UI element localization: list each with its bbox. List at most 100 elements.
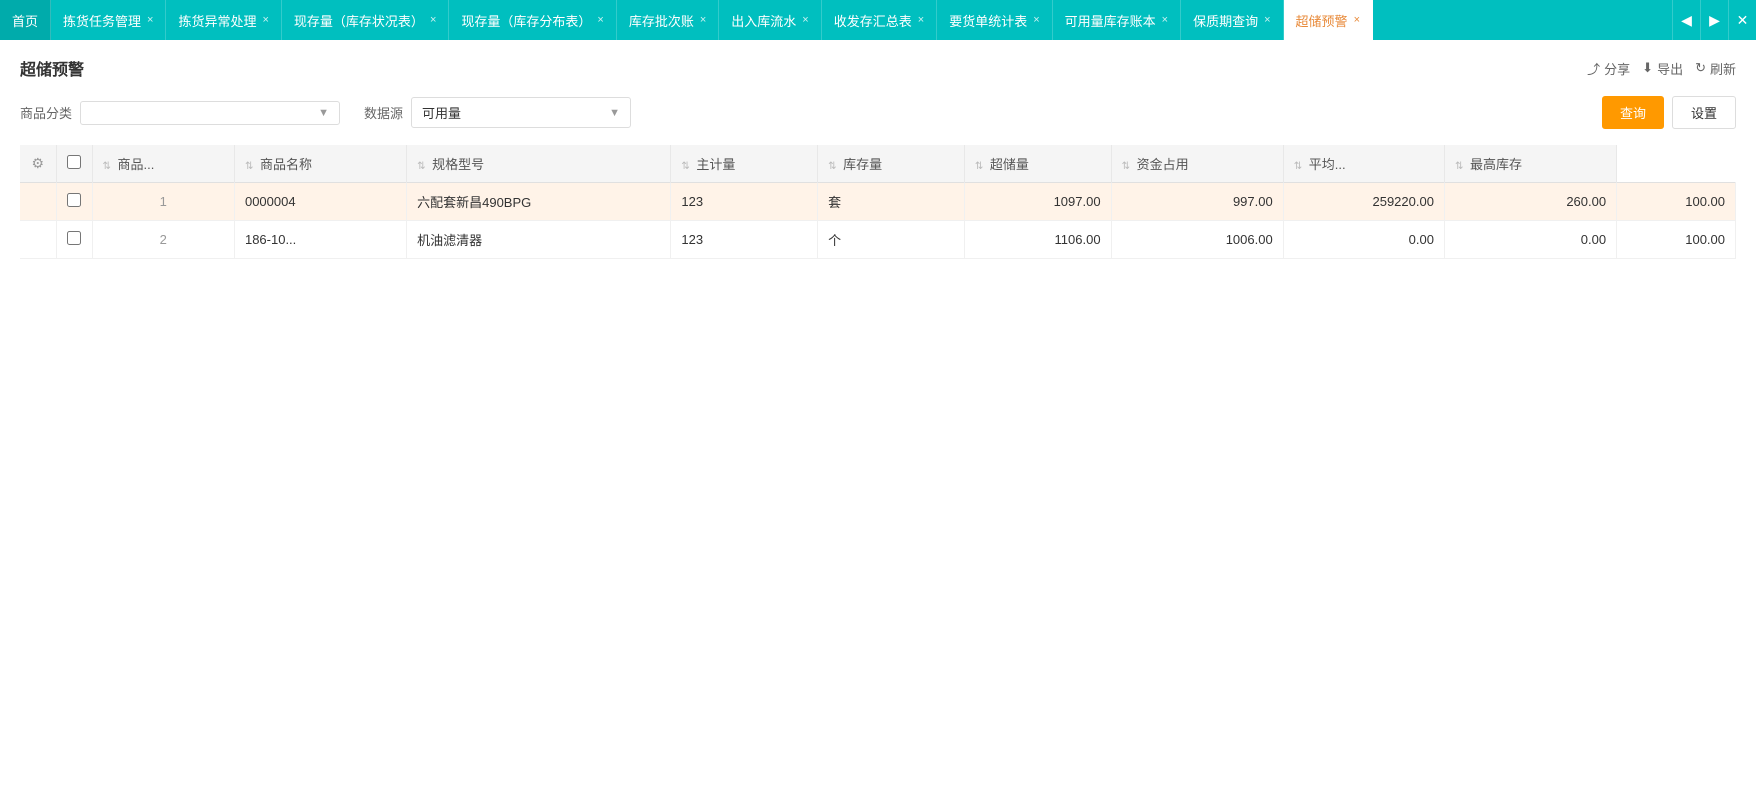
row-max-0: 100.00 — [1617, 183, 1736, 221]
table-settings-icon[interactable]: ⚙ — [31, 155, 44, 171]
sort-icon-spec: ⇅ — [417, 161, 425, 172]
datasource-select-arrow: ▼ — [609, 107, 620, 119]
category-label: 商品分类 — [20, 103, 72, 122]
filter-area: 商品分类 ▼ 数据源 可用量 ▼ 查询 设置 — [20, 96, 1736, 129]
row-overstock-1: 1006.00 — [1111, 221, 1283, 259]
nav-label-home: 首页 — [12, 11, 38, 30]
close-stock-dist[interactable]: × — [597, 14, 603, 26]
main-content: 超储预警 ⤴ 分享 ⬇ 导出 ↻ 刷新 商品分类 ▼ 数据源 — [0, 40, 1756, 800]
nav-item-order-stat[interactable]: 要货单统计表 × — [937, 0, 1052, 40]
col-max-label: 最高库存 — [1470, 157, 1522, 172]
row-settings-1 — [20, 221, 56, 259]
close-abnormal[interactable]: × — [262, 14, 268, 26]
close-overstock[interactable]: × — [1354, 14, 1360, 26]
nav-item-expiry[interactable]: 保质期查询 × — [1181, 0, 1283, 40]
close-task-mgmt[interactable]: × — [147, 14, 153, 26]
datasource-label: 数据源 — [364, 103, 403, 122]
category-select[interactable]: ▼ — [80, 101, 340, 125]
nav-label-stock-status: 现存量（库存状况表） — [294, 11, 424, 30]
table-header-row: ⚙ ⇅ 商品... ⇅ 商品名称 ⇅ 规格型号 ⇅ — [20, 145, 1736, 183]
col-capital-header[interactable]: ⇅ 资金占用 — [1111, 145, 1283, 183]
export-icon: ⬇ — [1642, 60, 1653, 76]
nav-item-stock-dist[interactable]: 现存量（库存分布表） × — [449, 0, 616, 40]
row-checkbox-1[interactable] — [67, 231, 81, 245]
nav-label-expiry: 保质期查询 — [1193, 11, 1258, 30]
nav-label-abnormal: 拣货异常处理 — [178, 11, 256, 30]
nav-close-all[interactable]: ✕ — [1728, 0, 1756, 40]
col-overstock-header[interactable]: ⇅ 超储量 — [964, 145, 1111, 183]
nav-arrow-left[interactable]: ◀ — [1672, 0, 1700, 40]
share-icon: ⤴ — [1587, 59, 1600, 78]
nav-item-available[interactable]: 可用量库存账本 × — [1053, 0, 1181, 40]
filter-actions: 查询 设置 — [1602, 96, 1736, 129]
row-avg-1: 0.00 — [1444, 221, 1616, 259]
page-title: 超储预警 — [20, 56, 84, 80]
close-flow[interactable]: × — [802, 14, 808, 26]
nav-item-summary[interactable]: 收发存汇总表 × — [822, 0, 937, 40]
nav-item-home[interactable]: 首页 — [0, 0, 51, 40]
row-index-1: 2 — [92, 221, 234, 259]
col-code-header[interactable]: ⇅ 商品... — [92, 145, 234, 183]
row-name-0: 六配套新昌490BPG — [407, 183, 671, 221]
row-checkbox-cell-1[interactable] — [56, 221, 92, 259]
row-overstock-0: 997.00 — [1111, 183, 1283, 221]
col-settings-header[interactable]: ⚙ — [20, 145, 56, 183]
page-header: 超储预警 ⤴ 分享 ⬇ 导出 ↻ 刷新 — [20, 56, 1736, 80]
col-spec-label: 规格型号 — [432, 157, 484, 172]
row-spec-0: 123 — [671, 183, 818, 221]
refresh-label: 刷新 — [1710, 59, 1736, 78]
nav-label-batch: 库存批次账 — [629, 11, 694, 30]
col-avg-label: 平均... — [1309, 157, 1346, 172]
category-filter: 商品分类 ▼ — [20, 101, 340, 125]
col-unit-header[interactable]: ⇅ 主计量 — [671, 145, 818, 183]
col-capital-label: 资金占用 — [1137, 157, 1189, 172]
close-order-stat[interactable]: × — [1033, 14, 1039, 26]
col-checkbox-header[interactable] — [56, 145, 92, 183]
header-actions: ⤴ 分享 ⬇ 导出 ↻ 刷新 — [1587, 59, 1736, 78]
nav-label-stock-dist: 现存量（库存分布表） — [461, 11, 591, 30]
nav-arrow-right[interactable]: ▶ — [1700, 0, 1728, 40]
datasource-select[interactable]: 可用量 ▼ — [411, 97, 631, 128]
export-button[interactable]: ⬇ 导出 — [1642, 59, 1683, 78]
nav-item-overstock[interactable]: 超储预警 × — [1284, 0, 1373, 40]
row-checkbox-0[interactable] — [67, 193, 81, 207]
row-capital-1: 0.00 — [1283, 221, 1444, 259]
sort-icon-stock: ⇅ — [828, 161, 836, 172]
refresh-icon: ↻ — [1695, 60, 1706, 76]
sort-icon-capital: ⇅ — [1122, 161, 1130, 172]
query-button[interactable]: 查询 — [1602, 96, 1664, 129]
col-stock-header[interactable]: ⇅ 库存量 — [818, 145, 965, 183]
col-unit-label: 主计量 — [696, 157, 735, 172]
nav-item-flow[interactable]: 出入库流水 × — [719, 0, 821, 40]
nav-item-task-mgmt[interactable]: 拣货任务管理 × — [51, 0, 166, 40]
row-capital-0: 259220.00 — [1283, 183, 1444, 221]
settings-button[interactable]: 设置 — [1672, 96, 1736, 129]
close-batch[interactable]: × — [700, 14, 706, 26]
export-label: 导出 — [1657, 59, 1683, 78]
nav-item-stock-status[interactable]: 现存量（库存状况表） × — [282, 0, 449, 40]
col-spec-header[interactable]: ⇅ 规格型号 — [407, 145, 671, 183]
datasource-filter: 数据源 可用量 ▼ — [364, 97, 631, 128]
close-summary[interactable]: × — [918, 14, 924, 26]
sort-icon-name: ⇅ — [245, 161, 253, 172]
select-all-checkbox[interactable] — [67, 155, 81, 169]
close-available[interactable]: × — [1162, 14, 1168, 26]
col-avg-header[interactable]: ⇅ 平均... — [1283, 145, 1444, 183]
sort-icon-avg: ⇅ — [1294, 161, 1302, 172]
close-stock-status[interactable]: × — [430, 14, 436, 26]
nav-item-batch[interactable]: 库存批次账 × — [617, 0, 719, 40]
row-unit-0: 套 — [818, 183, 965, 221]
close-expiry[interactable]: × — [1264, 14, 1270, 26]
row-name-1: 机油滤清器 — [407, 221, 671, 259]
nav-item-abnormal[interactable]: 拣货异常处理 × — [166, 0, 281, 40]
nav-label-available: 可用量库存账本 — [1065, 11, 1156, 30]
row-checkbox-cell-0[interactable] — [56, 183, 92, 221]
nav-label-order-stat: 要货单统计表 — [949, 11, 1027, 30]
col-max-header[interactable]: ⇅ 最高库存 — [1444, 145, 1616, 183]
refresh-button[interactable]: ↻ 刷新 — [1695, 59, 1736, 78]
row-spec-1: 123 — [671, 221, 818, 259]
col-name-label: 商品名称 — [260, 157, 312, 172]
col-name-header[interactable]: ⇅ 商品名称 — [234, 145, 406, 183]
share-button[interactable]: ⤴ 分享 — [1587, 59, 1630, 78]
row-code-0: 0000004 — [234, 183, 406, 221]
